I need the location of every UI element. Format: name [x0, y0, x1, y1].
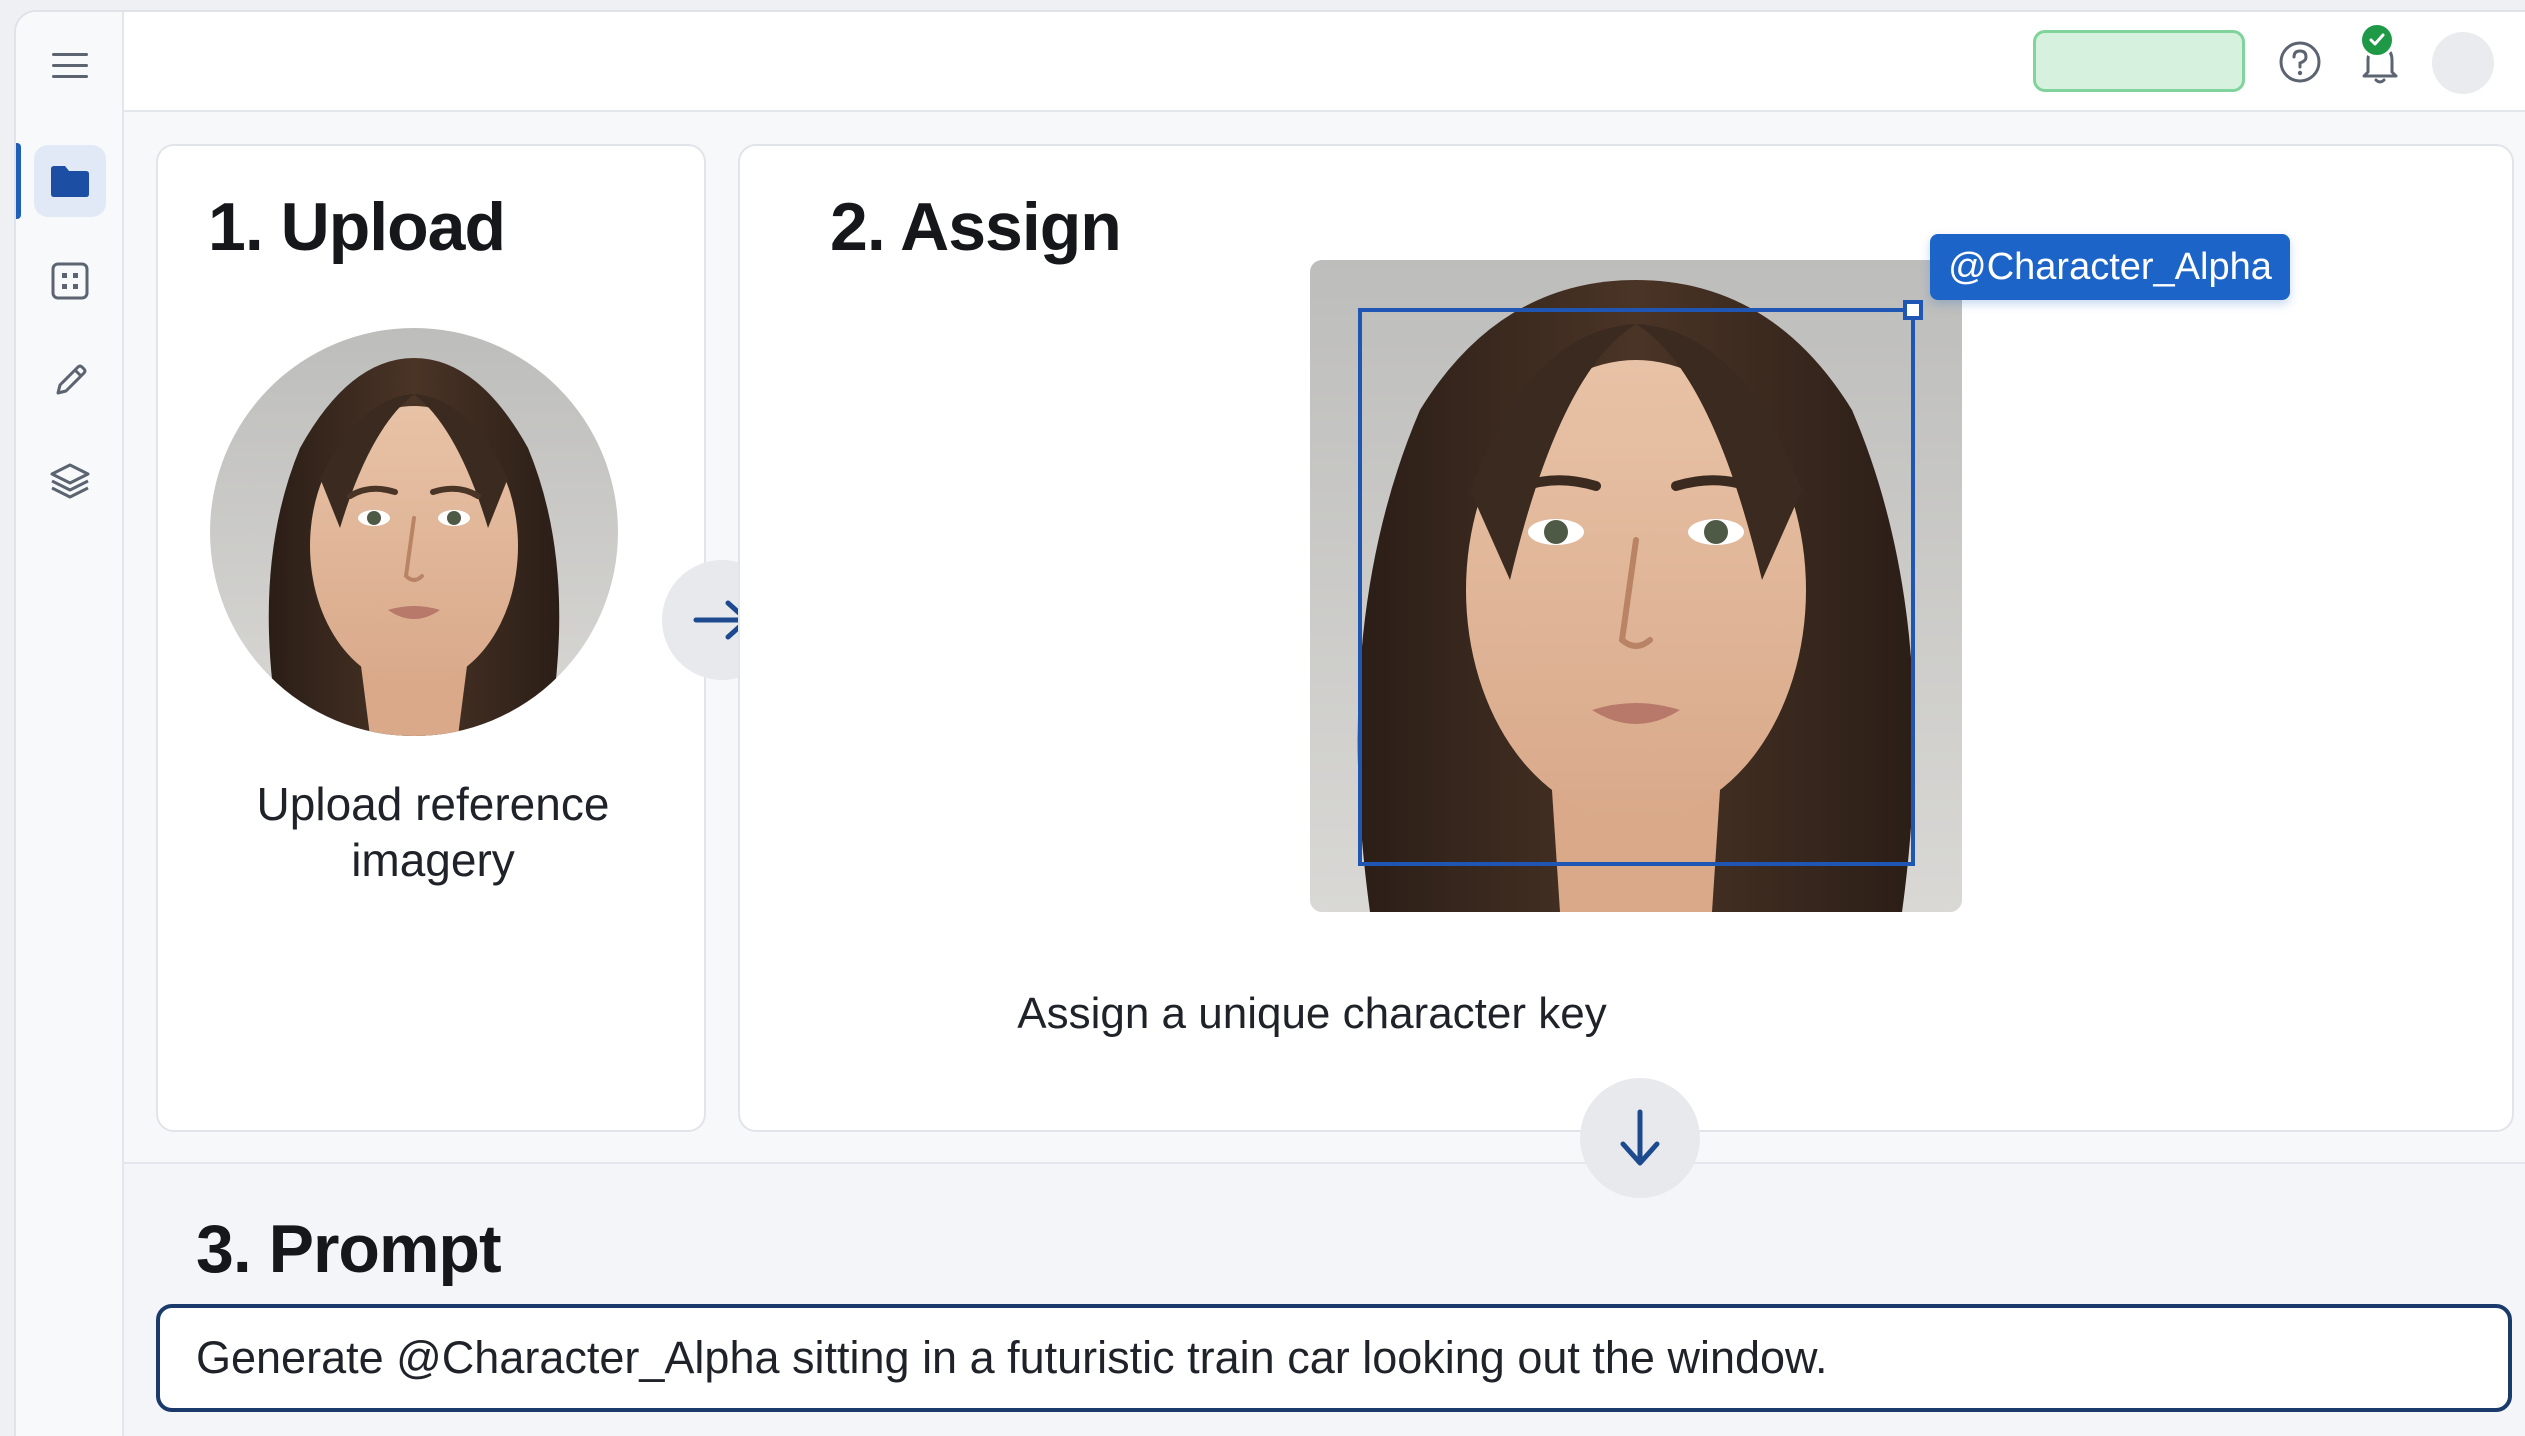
- sidebar-item-layers[interactable]: [34, 445, 106, 517]
- check-icon: [2369, 33, 2385, 46]
- top-header: [124, 12, 2525, 112]
- upload-step-card: 1. Upload Upload reference imagery: [156, 144, 706, 1132]
- sidebar-item-projects[interactable]: [34, 145, 106, 217]
- prompt-input[interactable]: [156, 1304, 2512, 1412]
- help-circle-icon: [2279, 41, 2321, 83]
- assign-caption: Assign a unique character key: [740, 986, 2516, 1042]
- sidebar-item-edit[interactable]: [34, 345, 106, 417]
- sidebar: [16, 12, 124, 1436]
- sidebar-item-gallery[interactable]: [34, 245, 106, 317]
- down-step-arrow-button[interactable]: [1580, 1078, 1700, 1198]
- folder-icon: [51, 166, 89, 197]
- notification-success-badge: [2359, 22, 2395, 58]
- menu-button[interactable]: [42, 38, 98, 94]
- arrow-down-icon: [1620, 1109, 1660, 1166]
- uploaded-reference-image[interactable]: [210, 328, 618, 736]
- upload-step-title: 1. Upload: [208, 189, 506, 265]
- assign-caption-text: Assign a unique character key: [1017, 989, 1607, 1038]
- upload-caption-line2: imagery: [351, 834, 515, 886]
- prompt-step-title: 3. Prompt: [196, 1211, 502, 1287]
- bounding-box-resize-handle[interactable]: [1903, 300, 1923, 320]
- app-window: 1. Upload Upload reference imagery 2. As…: [14, 10, 2525, 1436]
- hamburger-menu-icon: [52, 53, 88, 78]
- grid-icon: [51, 262, 89, 300]
- character-key-tag[interactable]: @Character_Alpha: [1930, 234, 2290, 300]
- layers-icon: [50, 463, 90, 499]
- user-avatar[interactable]: [2432, 32, 2494, 94]
- pencil-icon: [56, 364, 87, 395]
- sidebar-active-indicator: [16, 143, 21, 219]
- reference-portrait-image: [210, 328, 618, 736]
- help-button[interactable]: [2272, 34, 2328, 90]
- upload-caption-line1: Upload reference: [256, 778, 610, 830]
- assign-step-title: 2. Assign: [830, 189, 1122, 265]
- face-bounding-box[interactable]: [1358, 300, 1923, 866]
- status-button[interactable]: [2033, 30, 2245, 92]
- upload-caption: Upload reference imagery: [158, 776, 708, 888]
